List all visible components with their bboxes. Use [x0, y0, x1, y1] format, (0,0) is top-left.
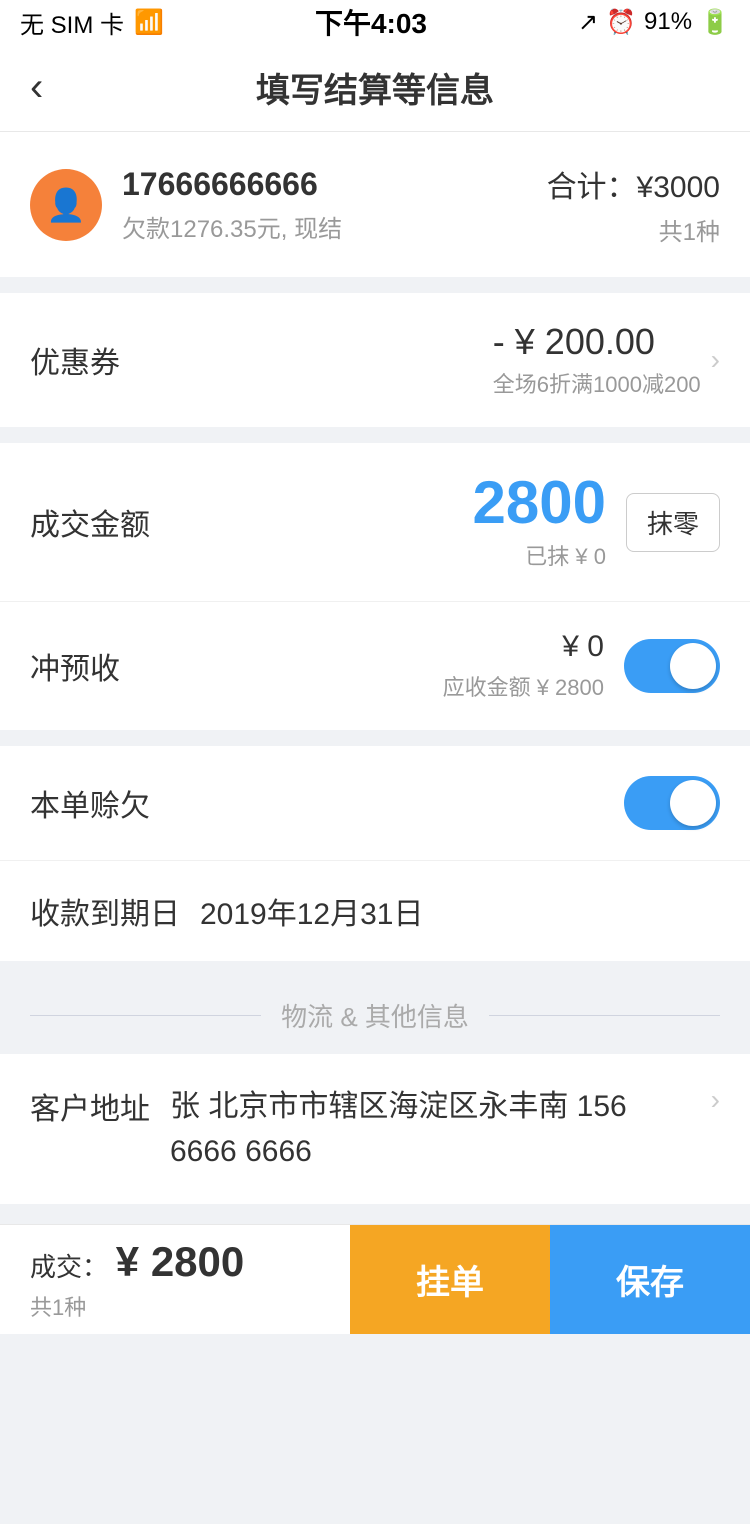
- coupon-right: - ¥ 200.00 全场6折满1000减200 ›: [493, 321, 720, 399]
- deal-amount-section: 成交金额 2800 已抹 ¥ 0 抹零 冲预收 ¥ 0 应收金额 ¥ 2800: [0, 443, 750, 730]
- divider-section: 物流 & 其他信息: [0, 977, 750, 1054]
- debit-toggle-knob: [670, 780, 716, 826]
- deal-amount-group: 2800 已抹 ¥ 0: [473, 473, 606, 571]
- coupon-label: 优惠券: [30, 338, 120, 382]
- precollect-right: ¥ 0 应收金额 ¥ 2800: [443, 630, 720, 702]
- precollect-value: ¥ 0: [443, 630, 604, 664]
- divider-line-left: [30, 1015, 261, 1016]
- user-phone: 17666666666: [122, 166, 342, 203]
- battery-label: 91%: [644, 8, 692, 36]
- status-left: 无 SIM 卡 📶: [20, 5, 164, 40]
- coupon-chevron-icon: ›: [711, 344, 720, 376]
- precollect-desc: 应收金额 ¥ 2800: [443, 670, 604, 702]
- debit-toggle[interactable]: [624, 776, 720, 830]
- save-button[interactable]: 保存: [550, 1225, 750, 1334]
- address-label: 客户地址: [30, 1084, 150, 1128]
- deal-amount-row: 成交金额 2800 已抹 ¥ 0 抹零: [0, 443, 750, 601]
- bottom-buttons: 挂单 保存: [350, 1225, 750, 1334]
- toggle-knob: [670, 643, 716, 689]
- user-info: 17666666666 欠款1276.35元, 现结: [122, 166, 342, 244]
- bottom-deal-amount: ¥ 2800: [116, 1238, 244, 1285]
- divider-text: 物流 & 其他信息: [281, 997, 469, 1034]
- deal-erased: 已抹 ¥ 0: [473, 539, 606, 571]
- erase-button[interactable]: 抹零: [626, 493, 720, 552]
- coupon-row[interactable]: 优惠券 - ¥ 200.00 全场6折满1000减200 ›: [0, 293, 750, 427]
- precollect-toggle[interactable]: [624, 639, 720, 693]
- no-sim-label: 无 SIM 卡: [20, 5, 124, 40]
- wifi-icon: 📶: [134, 8, 164, 37]
- debit-row: 本单赊欠: [0, 746, 750, 860]
- debit-label: 本单赊欠: [30, 781, 150, 825]
- deal-amount-value: 2800: [473, 473, 606, 533]
- coupon-desc: 全场6折满1000减200: [493, 367, 701, 399]
- address-row[interactable]: 客户地址 张 北京市市辖区海淀区永丰南 156 6666 6666 ›: [0, 1054, 750, 1204]
- user-debt: 欠款1276.35元, 现结: [122, 209, 342, 244]
- address-chevron-icon: ›: [711, 1084, 720, 1116]
- precollect-row: 冲预收 ¥ 0 应收金额 ¥ 2800: [0, 601, 750, 730]
- status-right: ↗ ⏰ 91% 🔋: [578, 8, 730, 37]
- debit-section: 本单赊欠 收款到期日 2019年12月31日: [0, 746, 750, 961]
- duedate-value: 2019年12月31日: [200, 889, 423, 933]
- avatar: 👤: [30, 169, 102, 241]
- bottom-bar: 成交： ¥ 2800 共1种 挂单 保存: [0, 1224, 750, 1334]
- bottom-deal-row: 成交： ¥ 2800: [30, 1238, 320, 1286]
- user-left: 👤 17666666666 欠款1276.35元, 现结: [30, 166, 342, 244]
- precollect-label: 冲预收: [30, 644, 120, 688]
- bottom-deal-count: 共1种: [30, 1290, 320, 1322]
- location-icon: ↗: [578, 8, 598, 37]
- pending-button[interactable]: 挂单: [350, 1225, 550, 1334]
- alarm-icon: ⏰: [606, 8, 636, 37]
- divider-line-right: [489, 1015, 720, 1016]
- avatar-icon: 👤: [46, 186, 86, 224]
- duedate-row: 收款到期日 2019年12月31日: [0, 860, 750, 961]
- status-time: 下午4:03: [315, 2, 427, 42]
- user-card: 👤 17666666666 欠款1276.35元, 现结 合计：¥3000 共1…: [0, 132, 750, 277]
- total-count: 共1种: [547, 212, 720, 247]
- bottom-deal-label: 成交：: [30, 1252, 108, 1282]
- address-value: 张 北京市市辖区海淀区永丰南 156 6666 6666: [170, 1084, 691, 1174]
- deal-amount-label: 成交金额: [30, 500, 150, 544]
- coupon-discount: - ¥ 200.00: [493, 321, 701, 363]
- total-amount: 合计：¥3000: [547, 162, 720, 206]
- nav-bar: ‹ 填写结算等信息: [0, 44, 750, 132]
- battery-icon: 🔋: [700, 8, 730, 37]
- duedate-label: 收款到期日: [30, 889, 180, 933]
- user-right: 合计：¥3000 共1种: [547, 162, 720, 247]
- coupon-info: - ¥ 200.00 全场6折满1000减200: [493, 321, 701, 399]
- precollect-amount: ¥ 0 应收金额 ¥ 2800: [443, 630, 604, 702]
- page-title: 填写结算等信息: [256, 63, 494, 112]
- back-button[interactable]: ‹: [30, 65, 90, 110]
- deal-right: 2800 已抹 ¥ 0 抹零: [473, 473, 721, 571]
- bottom-deal-info: 成交： ¥ 2800 共1种: [0, 1238, 350, 1322]
- status-bar: 无 SIM 卡 📶 下午4:03 ↗ ⏰ 91% 🔋: [0, 0, 750, 44]
